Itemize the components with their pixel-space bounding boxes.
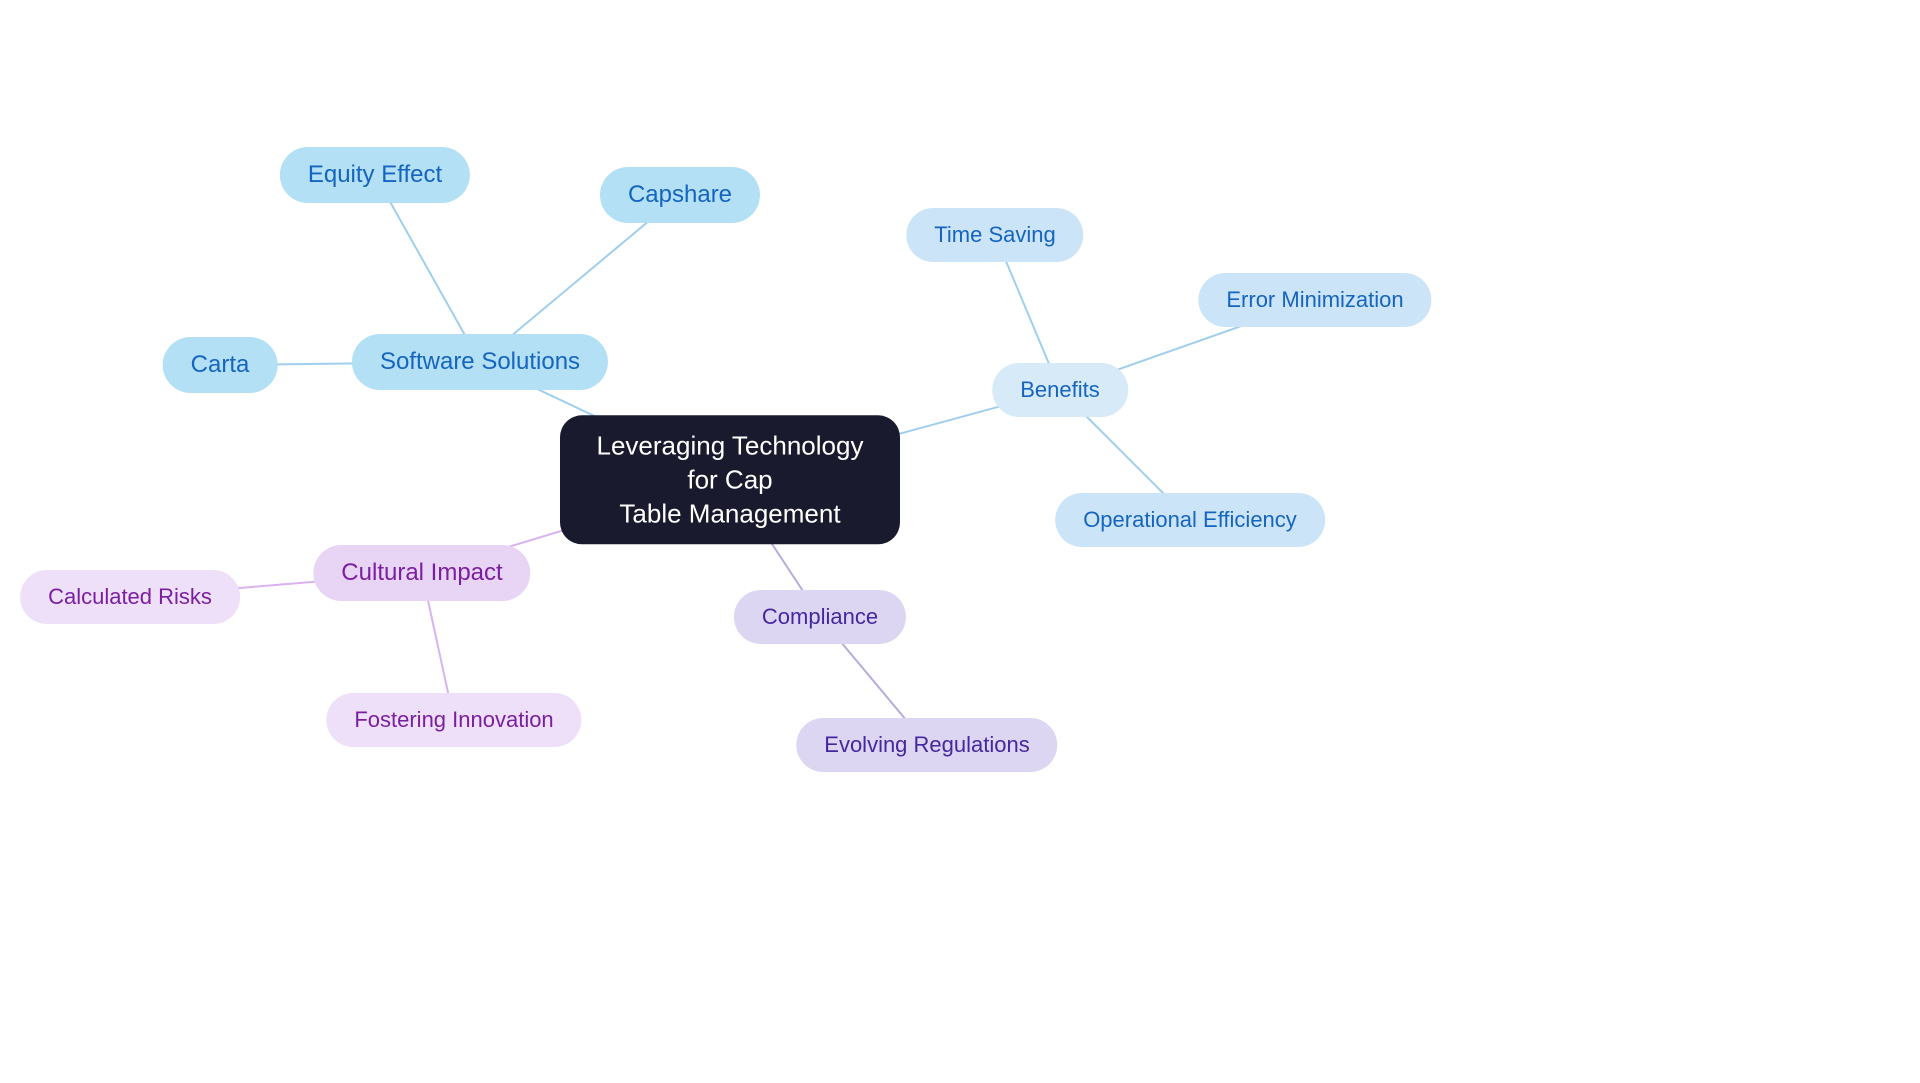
carta-node: Carta (163, 337, 278, 393)
cultural-impact-node: Cultural Impact (313, 545, 530, 601)
compliance-node: Compliance (734, 590, 906, 644)
operational-efficiency-node: Operational Efficiency (1055, 493, 1325, 547)
error-minimization-node: Error Minimization (1198, 273, 1431, 327)
center-node: Leveraging Technology for Cap Table Mana… (560, 415, 900, 544)
capshare-node: Capshare (600, 167, 760, 223)
benefits-node: Benefits (992, 363, 1128, 417)
equity-effect-node: Equity Effect (280, 147, 470, 203)
calculated-risks-node: Calculated Risks (20, 570, 240, 624)
fostering-innovation-node: Fostering Innovation (326, 693, 581, 747)
software-solutions-node: Software Solutions (352, 334, 608, 390)
evolving-regulations-node: Evolving Regulations (796, 718, 1057, 772)
time-saving-node: Time Saving (906, 208, 1083, 262)
